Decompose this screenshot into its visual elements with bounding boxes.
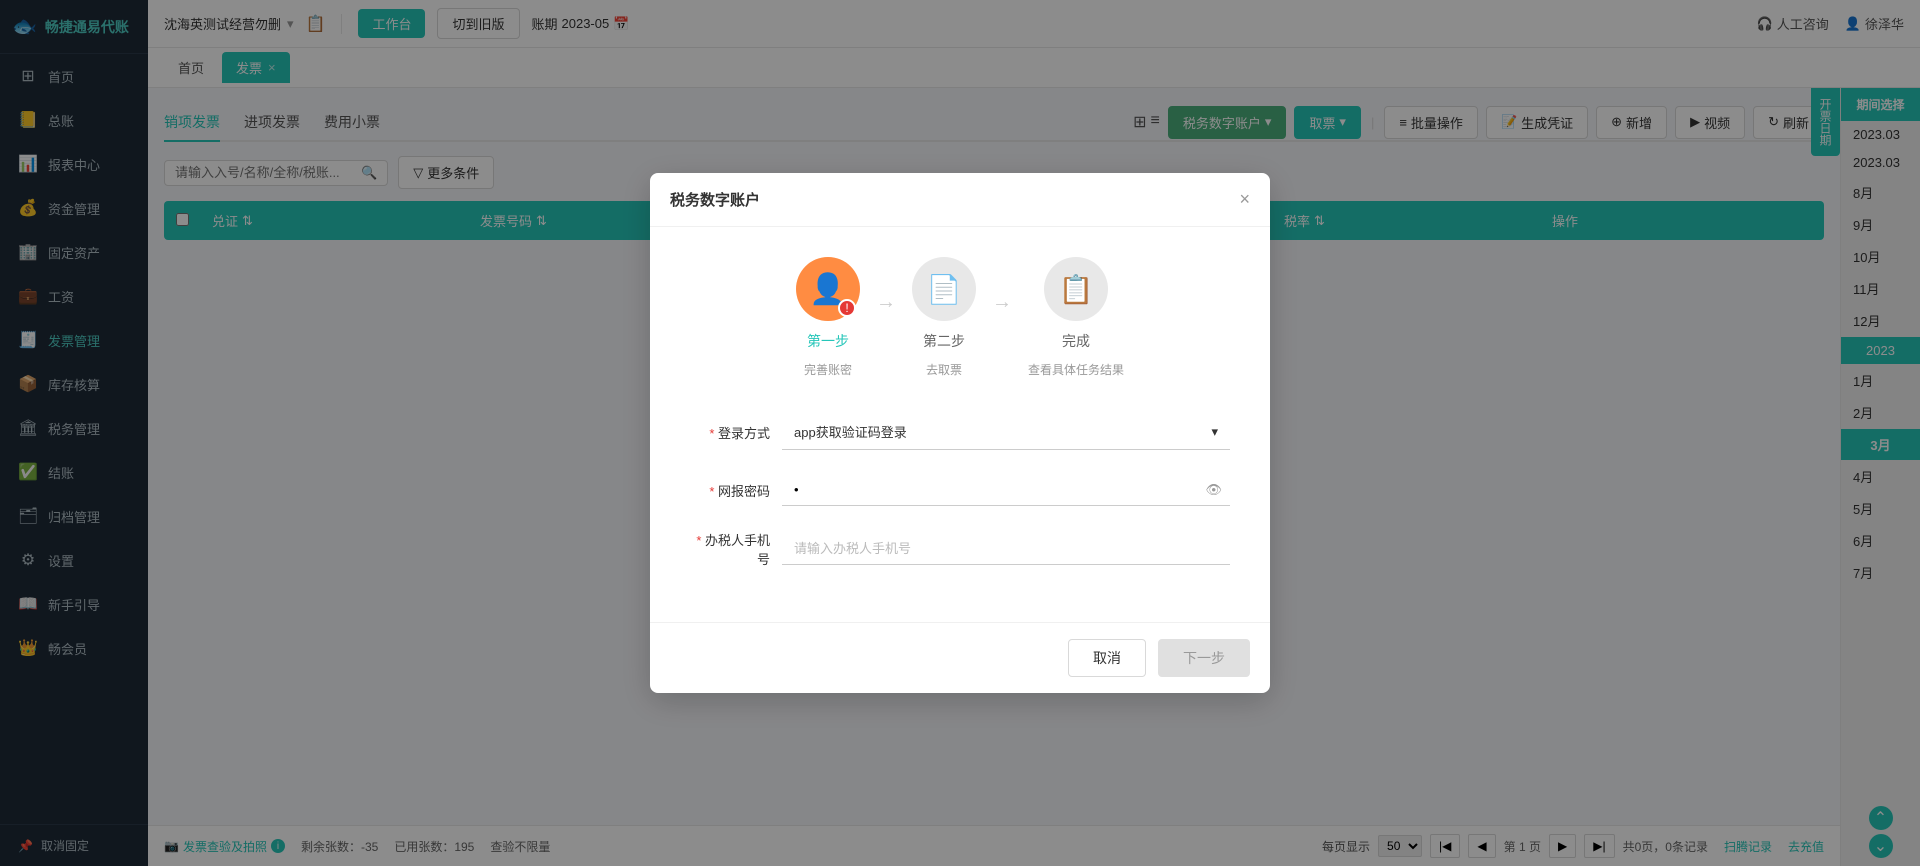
step-3: 📋 完成 查看具体任务结果: [1028, 257, 1124, 378]
login-method-select[interactable]: app获取验证码登录 ▾: [782, 414, 1230, 450]
dialog-header: 税务数字账户 ×: [650, 173, 1270, 227]
form-row-phone: 办税人手机号: [690, 530, 1230, 568]
dialog-title: 税务数字账户: [670, 189, 760, 210]
password-control: 👁: [782, 474, 1230, 506]
phone-control: [782, 533, 1230, 565]
step-1: 👤 ! 第一步 完善账密: [796, 257, 860, 378]
step-2: 📄 第二步 去取票: [912, 257, 976, 378]
dialog-footer: 取消 下一步: [650, 622, 1270, 693]
phone-input[interactable]: [782, 533, 1230, 565]
dialog-tax-account: 税务数字账户 × 👤 ! 第一步 完善账密 →: [650, 173, 1270, 693]
step2-icon: 📄: [912, 257, 976, 321]
form-row-password: 网报密码 👁: [690, 474, 1230, 506]
password-label: 网报密码: [690, 481, 770, 500]
phone-label: 办税人手机号: [690, 530, 770, 568]
next-button[interactable]: 下一步: [1158, 639, 1250, 677]
arrow-1: →: [876, 291, 896, 344]
step1-badge: !: [838, 299, 856, 317]
password-input-wrapper: 👁: [782, 474, 1230, 506]
eye-toggle-icon[interactable]: 👁: [1205, 482, 1230, 498]
cancel-button[interactable]: 取消: [1068, 639, 1146, 677]
close-dialog-icon[interactable]: ×: [1239, 189, 1250, 210]
dialog-body: 👤 ! 第一步 完善账密 → 📄 第二步 去取票 →: [650, 227, 1270, 622]
login-method-control: app获取验证码登录 ▾: [782, 414, 1230, 450]
arrow-2: →: [992, 291, 1012, 344]
step3-icon: 📋: [1044, 257, 1108, 321]
step1-sub: 完善账密: [804, 361, 852, 378]
modal-overlay: 税务数字账户 × 👤 ! 第一步 完善账密 →: [0, 0, 1920, 866]
chevron-down-icon: ▾: [1211, 424, 1218, 440]
step2-label: 第二步: [923, 331, 965, 351]
form-row-login-method: 登录方式 app获取验证码登录 ▾: [690, 414, 1230, 450]
step1-icon: 👤 !: [796, 257, 860, 321]
password-input[interactable]: [782, 474, 1205, 505]
login-method-label: 登录方式: [690, 423, 770, 442]
step3-label: 完成: [1062, 331, 1090, 351]
step3-sub: 查看具体任务结果: [1028, 361, 1124, 378]
steps-container: 👤 ! 第一步 完善账密 → 📄 第二步 去取票 →: [690, 257, 1230, 378]
step1-label: 第一步: [807, 331, 849, 351]
step2-sub: 去取票: [926, 361, 962, 378]
